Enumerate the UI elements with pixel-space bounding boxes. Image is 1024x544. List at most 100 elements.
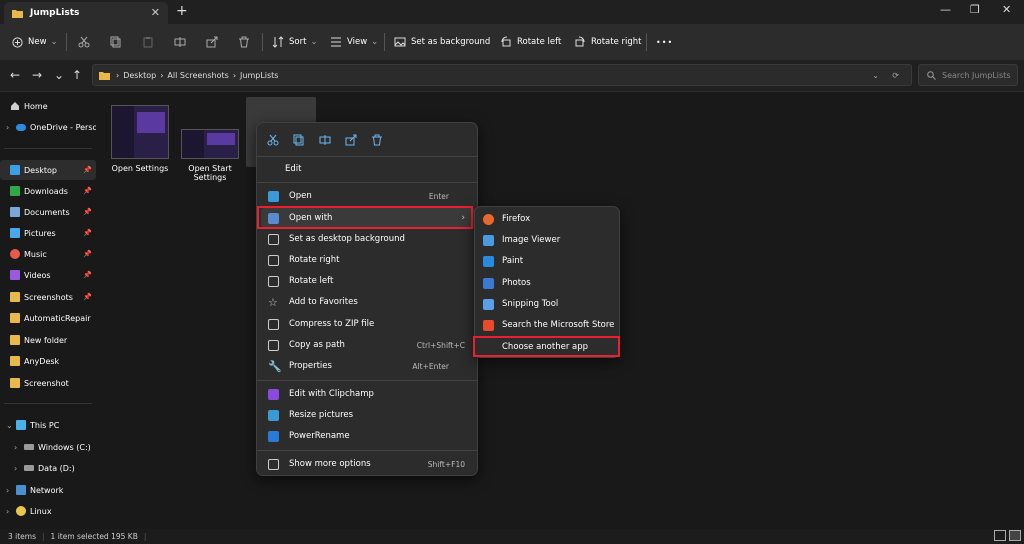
new-tab-button[interactable]: + <box>176 3 188 19</box>
music-icon <box>10 249 20 259</box>
sidebar-item-videos[interactable]: Videos 📌 <box>0 265 96 285</box>
file-item[interactable]: Open Start Settings <box>174 129 246 182</box>
sidebar-item-windows-c[interactable]: › Windows (C:) <box>0 437 96 457</box>
chevron-down-icon: ⌄ <box>310 37 318 47</box>
tiles-view-icon[interactable] <box>1009 530 1021 541</box>
paste-button[interactable] <box>142 24 159 60</box>
rotate-right-button[interactable]: Rotate right <box>574 24 642 60</box>
sidebar-item-anydesk[interactable]: AnyDesk <box>0 351 96 371</box>
breadcrumb-all-screenshots[interactable]: All Screenshots <box>167 71 228 80</box>
folder-icon <box>12 9 23 18</box>
more-options-button[interactable]: ••• <box>656 24 673 60</box>
menu-item-set-desktop-background[interactable]: Set as desktop background <box>261 229 475 249</box>
sort-label: Sort <box>289 37 307 47</box>
submenu-item-snipping-tool[interactable]: Snipping Tool <box>479 294 617 314</box>
close-tab-icon[interactable]: ✕ <box>151 6 160 19</box>
search-placeholder: Search JumpLists <box>942 70 1011 80</box>
details-view-icon[interactable] <box>994 530 1006 541</box>
share-button[interactable] <box>341 131 361 149</box>
drive-icon <box>24 444 34 450</box>
sidebar-item-linux[interactable]: › Linux <box>0 501 96 521</box>
cut-button[interactable] <box>78 24 95 60</box>
copy-button[interactable] <box>289 131 309 149</box>
breadcrumb-jumplists[interactable]: JumpLists <box>240 71 278 80</box>
document-icon <box>10 207 20 217</box>
recent-chevron-icon[interactable]: ⌄ <box>54 68 64 82</box>
file-thumbnail <box>181 129 239 159</box>
menu-item-label: Compress to ZIP file <box>289 319 375 329</box>
rename-button[interactable] <box>315 131 335 149</box>
menu-item-properties[interactable]: 🔧 Properties Alt+Enter <box>261 356 475 376</box>
sidebar-item-onedrive[interactable]: › OneDrive - Personal <box>0 117 96 137</box>
copy-button[interactable] <box>110 24 127 60</box>
menu-item-rotate-right[interactable]: Rotate right <box>261 250 475 270</box>
share-button[interactable] <box>206 24 223 60</box>
menu-item-copy-as-path[interactable]: Copy as path Ctrl+Shift+C <box>261 335 475 355</box>
submenu-item-firefox[interactable]: Firefox <box>479 209 617 229</box>
submenu-item-microsoft-store[interactable]: Search the Microsoft Store <box>479 315 617 335</box>
sidebar-item-new-folder[interactable]: New folder <box>0 330 96 350</box>
menu-item-open[interactable]: Open Enter <box>261 186 475 206</box>
sidebar-item-label: OneDrive - Personal <box>30 122 96 132</box>
submenu-item-paint[interactable]: Paint <box>479 251 617 271</box>
sidebar-item-data-d[interactable]: › Data (D:) <box>0 458 96 478</box>
sidebar-item-label: Linux <box>30 506 52 516</box>
sidebar-item-automaticrepair[interactable]: AutomaticRepair <box>0 308 96 328</box>
submenu-item-label: Paint <box>502 256 524 266</box>
close-window-icon[interactable]: ✕ <box>1002 3 1011 16</box>
menu-item-add-to-favorites[interactable]: ☆ Add to Favorites <box>261 292 475 312</box>
sidebar-item-label: Home <box>24 101 48 111</box>
file-item[interactable]: Open Settings <box>104 105 176 173</box>
restore-icon[interactable]: ❐ <box>970 3 980 16</box>
rename-icon <box>319 135 331 145</box>
open-with-highlight <box>257 206 473 229</box>
sidebar-item-label: Music <box>24 249 47 259</box>
breadcrumb-desktop[interactable]: Desktop <box>123 71 156 80</box>
submenu-item-image-viewer[interactable]: Image Viewer <box>479 230 617 250</box>
sort-button[interactable]: Sort ⌄ <box>272 24 318 60</box>
rename-icon <box>174 37 186 47</box>
menu-item-show-more-options[interactable]: Show more options Shift+F10 <box>261 454 475 474</box>
address-bar[interactable]: › Desktop › All Screenshots › JumpLists … <box>92 64 912 86</box>
back-arrow-icon[interactable]: ← <box>10 68 20 82</box>
view-button[interactable]: View ⌄ <box>330 24 378 60</box>
command-bar: New ⌄ Sort ⌄ View ⌄ Set as background Ro… <box>0 24 1024 60</box>
sidebar-item-music[interactable]: Music 📌 <box>0 244 96 264</box>
cut-button[interactable] <box>263 131 283 149</box>
sidebar-item-screenshot[interactable]: Screenshot <box>0 373 96 393</box>
menu-item-resize-pictures[interactable]: Resize pictures <box>261 405 475 425</box>
new-button[interactable]: New ⌄ <box>12 24 58 60</box>
sidebar-item-pictures[interactable]: Pictures 📌 <box>0 223 96 243</box>
tab-jumplists[interactable]: JumpLists ✕ <box>4 2 168 24</box>
menu-item-edit-with-clipchamp[interactable]: Edit with Clipchamp <box>261 384 475 404</box>
up-arrow-icon[interactable]: ↑ <box>72 68 82 82</box>
sidebar-item-downloads[interactable]: Downloads 📌 <box>0 181 96 201</box>
sidebar-item-documents[interactable]: Documents 📌 <box>0 202 96 222</box>
search-input[interactable]: Search JumpLists <box>918 64 1018 86</box>
menu-item-powerrename[interactable]: PowerRename <box>261 426 475 446</box>
sidebar-item-screenshots[interactable]: Screenshots 📌 <box>0 287 96 307</box>
submenu-item-photos[interactable]: Photos <box>479 273 617 293</box>
delete-button[interactable] <box>367 131 387 149</box>
menu-item-rotate-left[interactable]: Rotate left <box>261 271 475 291</box>
sidebar-item-desktop[interactable]: Desktop 📌 <box>0 160 96 180</box>
menu-item-label: Properties <box>289 361 332 371</box>
delete-button[interactable] <box>238 24 255 60</box>
menu-item-compress-zip[interactable]: Compress to ZIP file <box>261 314 475 334</box>
rename-button[interactable] <box>174 24 191 60</box>
refresh-icon[interactable]: ⟳ <box>892 71 899 80</box>
sidebar-item-this-pc[interactable]: ⌄ This PC <box>0 415 96 435</box>
sidebar-item-label: Pictures <box>24 228 56 238</box>
divider <box>4 403 92 404</box>
rotate-left-button[interactable]: Rotate left <box>500 24 561 60</box>
title-bar: JumpLists ✕ + — ❐ ✕ <box>0 0 1024 24</box>
forward-arrow-icon[interactable]: → <box>32 68 42 82</box>
scissors-icon <box>267 134 279 146</box>
minimize-icon[interactable]: — <box>940 3 951 16</box>
menu-item-edit[interactable]: Edit <box>261 159 475 179</box>
sidebar-item-home[interactable]: Home <box>0 96 96 116</box>
address-dropdown-icon[interactable]: ⌄ <box>872 71 879 80</box>
open-icon <box>268 190 279 202</box>
sidebar-item-network[interactable]: › Network <box>0 480 96 500</box>
set-as-background-button[interactable]: Set as background <box>394 24 490 60</box>
